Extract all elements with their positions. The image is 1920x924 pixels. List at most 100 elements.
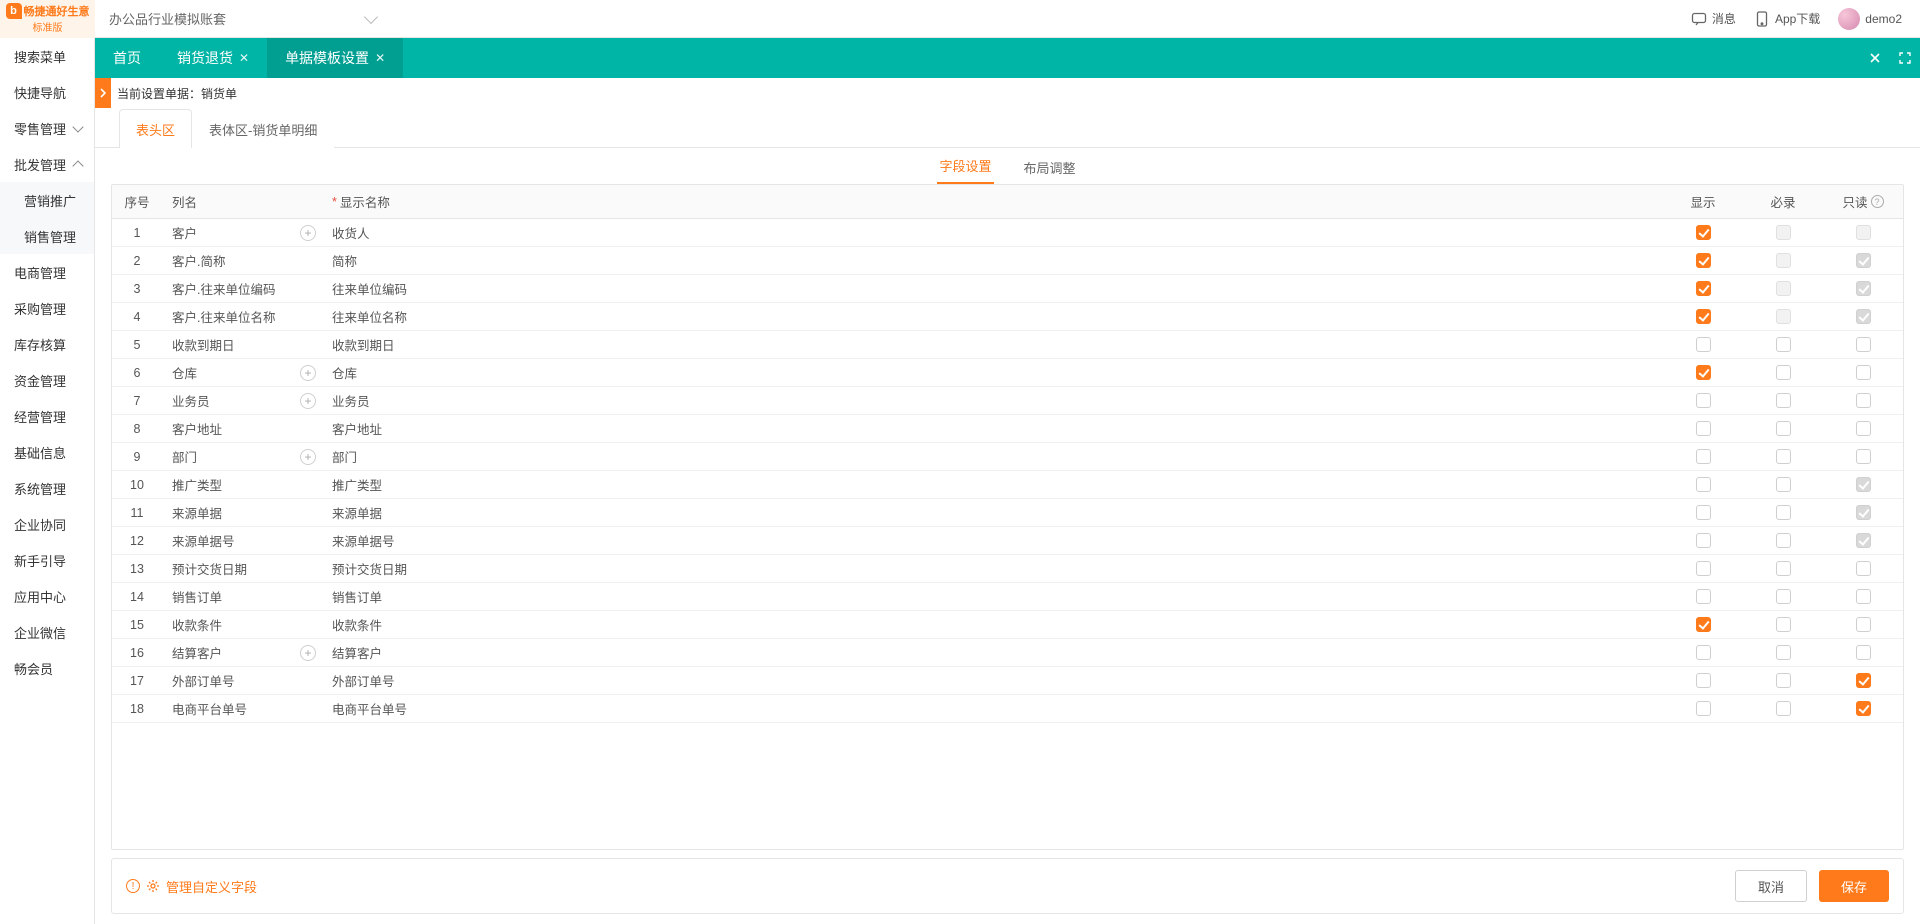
cell-display-name[interactable]: 来源单据 [322, 499, 1663, 526]
config-tab[interactable]: 字段设置 [937, 150, 993, 184]
cell-display-name[interactable]: 结算客户 [322, 639, 1663, 666]
checkbox-required[interactable] [1776, 673, 1791, 688]
checkbox-required[interactable] [1776, 533, 1791, 548]
checkbox-required[interactable] [1776, 505, 1791, 520]
sidebar-item[interactable]: 零售管理 [0, 110, 94, 146]
help-icon[interactable]: ? [1871, 195, 1884, 208]
sidebar-item[interactable]: 销售管理 [0, 218, 94, 254]
checkbox-readonly[interactable] [1856, 449, 1871, 464]
checkbox-required[interactable] [1776, 365, 1791, 380]
add-child-button[interactable]: + [300, 393, 316, 409]
sidebar-item[interactable]: 经营管理 [0, 398, 94, 434]
checkbox-readonly[interactable] [1856, 645, 1871, 660]
checkbox-required[interactable] [1776, 561, 1791, 576]
user-menu[interactable]: demo2 [1838, 8, 1902, 30]
manage-custom-fields-link[interactable]: 管理自定义字段 [166, 877, 257, 896]
sidebar-item[interactable]: 企业微信 [0, 614, 94, 650]
add-child-button[interactable]: + [300, 365, 316, 381]
sidebar-item[interactable]: 企业协同 [0, 506, 94, 542]
cell-display-name[interactable]: 收款到期日 [322, 331, 1663, 358]
save-button[interactable]: 保存 [1819, 870, 1889, 902]
cell-display-name[interactable]: 销售订单 [322, 583, 1663, 610]
config-tab[interactable]: 布局调整 [1022, 152, 1078, 184]
sidebar-item[interactable]: 营销推广 [0, 182, 94, 218]
checkbox-readonly[interactable] [1856, 393, 1871, 408]
cell-display-name[interactable]: 来源单据号 [322, 527, 1663, 554]
checkbox-show[interactable] [1696, 421, 1711, 436]
checkbox-readonly[interactable] [1856, 421, 1871, 436]
checkbox-show[interactable] [1696, 645, 1711, 660]
checkbox-show[interactable] [1696, 365, 1711, 380]
cell-display-name[interactable]: 收款条件 [322, 611, 1663, 638]
checkbox-required[interactable] [1776, 701, 1791, 716]
checkbox-show[interactable] [1696, 477, 1711, 492]
cell-display-name[interactable]: 仓库 [322, 359, 1663, 386]
sidebar-item[interactable]: 采购管理 [0, 290, 94, 326]
org-selector[interactable]: 办公品行业模拟账套 [109, 9, 376, 28]
checkbox-readonly[interactable] [1856, 673, 1871, 688]
checkbox-required[interactable] [1776, 617, 1791, 632]
checkbox-show[interactable] [1696, 449, 1711, 464]
checkbox-required[interactable] [1776, 645, 1791, 660]
checkbox-show[interactable] [1696, 309, 1711, 324]
sidebar-item[interactable]: 应用中心 [0, 578, 94, 614]
checkbox-show[interactable] [1696, 533, 1711, 548]
checkbox-show[interactable] [1696, 589, 1711, 604]
checkbox-readonly[interactable] [1856, 561, 1871, 576]
cancel-button[interactable]: 取消 [1735, 870, 1807, 902]
brand-logo[interactable]: b 畅捷通好生意 标准版 [0, 0, 95, 38]
add-child-button[interactable]: + [300, 645, 316, 661]
cell-display-name[interactable]: 电商平台单号 [322, 695, 1663, 722]
tab[interactable]: 首页 [95, 38, 159, 78]
cell-display-name[interactable]: 客户地址 [322, 415, 1663, 442]
sidebar-item[interactable]: 基础信息 [0, 434, 94, 470]
table-body[interactable]: 1客户+收货人2客户.简称简称3客户.往来单位编码往来单位编码4客户.往来单位名… [112, 219, 1903, 849]
expand-drawer-button[interactable] [95, 78, 111, 108]
checkbox-show[interactable] [1696, 253, 1711, 268]
cell-display-name[interactable]: 收货人 [322, 219, 1663, 246]
cell-display-name[interactable]: 外部订单号 [322, 667, 1663, 694]
checkbox-readonly[interactable] [1856, 617, 1871, 632]
sidebar-item[interactable]: 电商管理 [0, 254, 94, 290]
sidebar-item[interactable]: 搜索菜单 [0, 38, 94, 74]
checkbox-readonly[interactable] [1856, 337, 1871, 352]
checkbox-show[interactable] [1696, 701, 1711, 716]
checkbox-show[interactable] [1696, 673, 1711, 688]
sidebar-item[interactable]: 资金管理 [0, 362, 94, 398]
cell-display-name[interactable]: 部门 [322, 443, 1663, 470]
cell-display-name[interactable]: 简称 [322, 247, 1663, 274]
region-tab[interactable]: 表头区 [119, 109, 192, 148]
sidebar-item[interactable]: 快捷导航 [0, 74, 94, 110]
fullscreen-button[interactable] [1890, 51, 1920, 65]
cell-display-name[interactable]: 往来单位名称 [322, 303, 1663, 330]
cell-display-name[interactable]: 推广类型 [322, 471, 1663, 498]
checkbox-show[interactable] [1696, 561, 1711, 576]
checkbox-show[interactable] [1696, 337, 1711, 352]
checkbox-required[interactable] [1776, 477, 1791, 492]
close-icon[interactable]: ✕ [239, 51, 249, 65]
checkbox-readonly[interactable] [1856, 701, 1871, 716]
region-tab[interactable]: 表体区-销货单明细 [192, 109, 334, 148]
messages-button[interactable]: 消息 [1691, 10, 1736, 27]
close-all-tabs-button[interactable] [1860, 51, 1890, 65]
sidebar-item[interactable]: 新手引导 [0, 542, 94, 578]
checkbox-readonly[interactable] [1856, 365, 1871, 380]
checkbox-show[interactable] [1696, 225, 1711, 240]
checkbox-show[interactable] [1696, 617, 1711, 632]
cell-display-name[interactable]: 业务员 [322, 387, 1663, 414]
checkbox-required[interactable] [1776, 449, 1791, 464]
checkbox-required[interactable] [1776, 421, 1791, 436]
sidebar-item[interactable]: 系统管理 [0, 470, 94, 506]
close-icon[interactable]: ✕ [375, 51, 385, 65]
checkbox-required[interactable] [1776, 589, 1791, 604]
checkbox-readonly[interactable] [1856, 589, 1871, 604]
sidebar-item[interactable]: 库存核算 [0, 326, 94, 362]
sidebar-item[interactable]: 批发管理 [0, 146, 94, 182]
sidebar-item[interactable]: 畅会员 [0, 650, 94, 686]
add-child-button[interactable]: + [300, 225, 316, 241]
cell-display-name[interactable]: 往来单位编码 [322, 275, 1663, 302]
checkbox-required[interactable] [1776, 393, 1791, 408]
checkbox-show[interactable] [1696, 281, 1711, 296]
cell-display-name[interactable]: 预计交货日期 [322, 555, 1663, 582]
checkbox-show[interactable] [1696, 393, 1711, 408]
